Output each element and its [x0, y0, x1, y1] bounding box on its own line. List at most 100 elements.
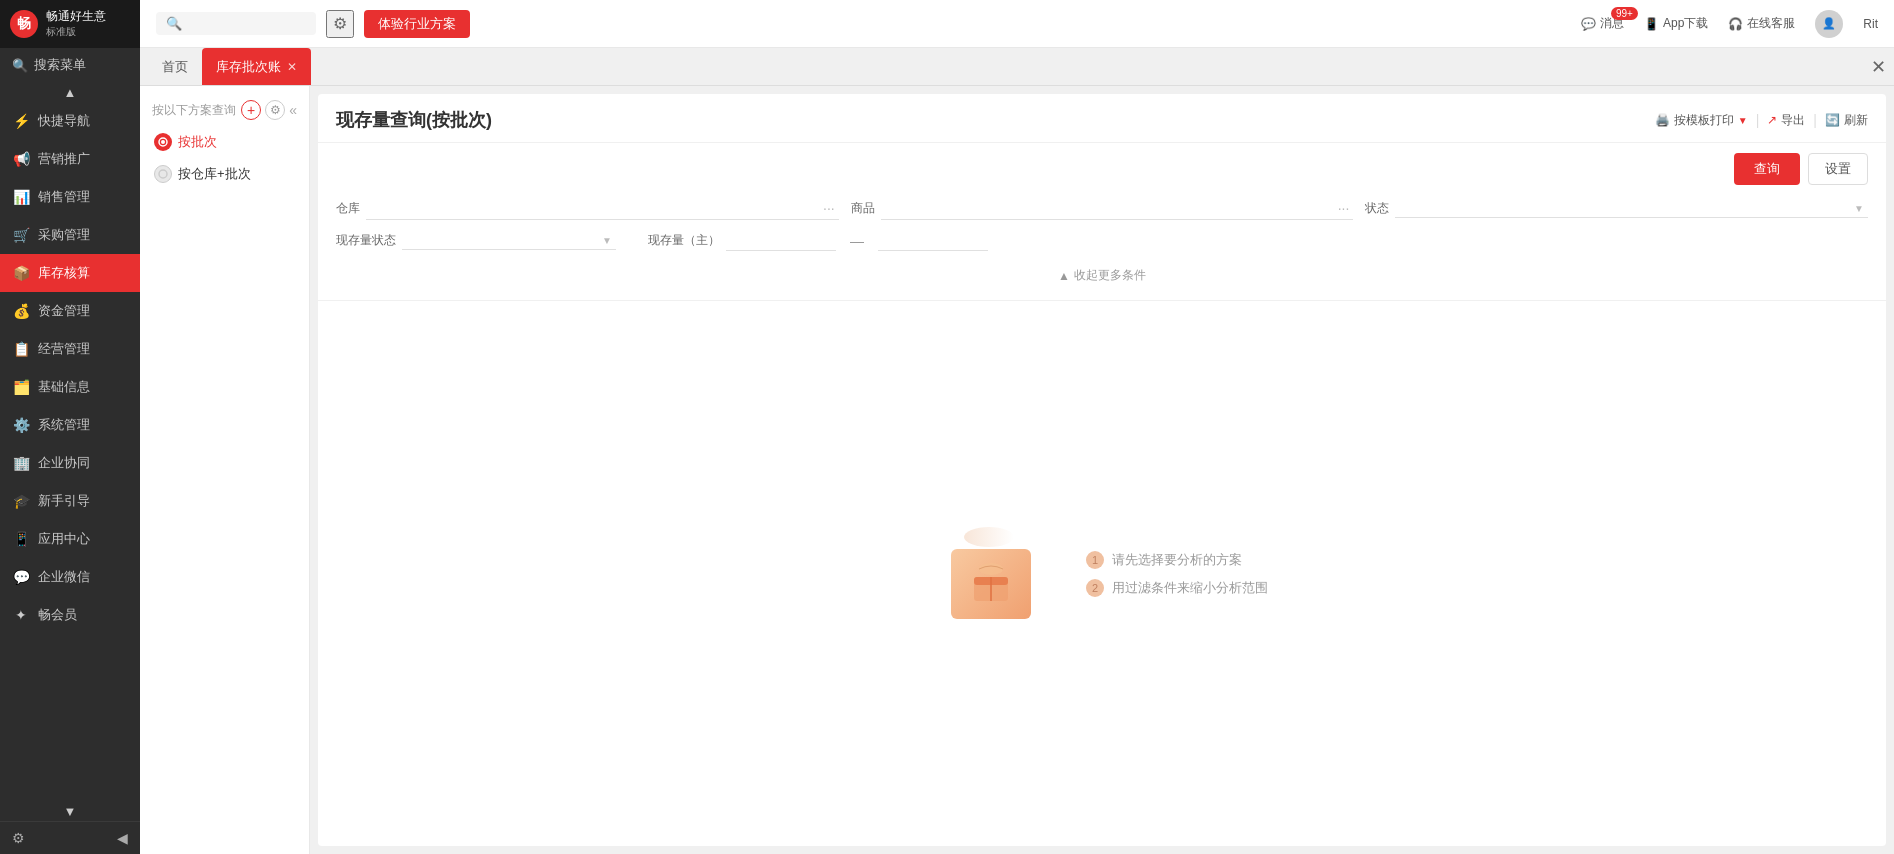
tab-close-btn[interactable]: ✕ [287, 60, 297, 74]
sidebar-item-label: 库存核算 [38, 264, 90, 282]
footer-settings-btn[interactable]: ⚙ [12, 830, 25, 846]
scroll-down[interactable]: ▼ [0, 801, 140, 821]
plan-label: 按批次 [178, 133, 217, 151]
refresh-icon: 🔄 [1825, 113, 1840, 127]
topbar: 🔍 ⚙ 体验行业方案 💬 消息 99+ 📱 App下载 🎧 在线客服 👤 Rit [140, 0, 1894, 48]
footer-collapse-btn[interactable]: ◀ [117, 830, 128, 846]
sidebar-item-label: 营销推广 [38, 150, 90, 168]
plan-icon-active [154, 133, 172, 151]
experience-btn[interactable]: 体验行业方案 [364, 10, 470, 38]
sidebar-item-system[interactable]: ⚙️ 系统管理 [0, 406, 140, 444]
topbar-search-box[interactable]: 🔍 [156, 12, 316, 35]
panel-setting-btn[interactable]: ⚙ [265, 100, 285, 120]
sidebar: 畅 畅通好生意 标准版 🔍 搜索菜单 ▲ ⚡ 快捷导航 📢 营销推广 📊 销售管… [0, 0, 140, 854]
status-select[interactable]: ▼ [1395, 200, 1868, 218]
collapse-arrow-icon: ▲ [1058, 269, 1070, 283]
export-btn[interactable]: ↗ 导出 [1767, 112, 1805, 129]
panel-collapse-btn[interactable]: « [289, 102, 297, 118]
topbar-search-input[interactable] [186, 17, 306, 31]
sidebar-item-inventory[interactable]: 📦 库存核算 [0, 254, 140, 292]
sidebar-item-wechat[interactable]: 💬 企业微信 [0, 558, 140, 596]
brand-name: 畅通好生意 [46, 9, 106, 25]
panel-title: 按以下方案查询 [152, 102, 236, 119]
settings-btn[interactable]: ⚙ [326, 10, 354, 38]
close-all-btn[interactable]: ✕ [1871, 56, 1886, 78]
plan-item-warehouse-batch[interactable]: 按仓库+批次 [140, 158, 309, 190]
sidebar-item-marketing[interactable]: 📢 营销推广 [0, 140, 140, 178]
inventory-status-field: 现存量状态 ▼ [336, 232, 616, 250]
smoke-decoration [964, 527, 1014, 547]
sidebar-item-sales[interactable]: 📊 销售管理 [0, 178, 140, 216]
warehouse-field: 仓库 ··· [336, 197, 839, 220]
collab-icon: 🏢 [12, 455, 30, 471]
online-service-btn[interactable]: 🎧 在线客服 [1728, 15, 1795, 32]
page-title: 现存量查询(按批次) [336, 108, 492, 132]
app-download-label: App下载 [1663, 15, 1708, 32]
warehouse-more-btn[interactable]: ··· [823, 200, 835, 216]
plan-item-batch[interactable]: 按批次 [140, 126, 309, 158]
tab-home-label: 首页 [162, 58, 188, 76]
hint-1: 1 请先选择要分析的方案 [1086, 551, 1268, 569]
brand-sub: 标准版 [46, 25, 106, 39]
message-badge: 99+ [1611, 7, 1638, 20]
export-label: 导出 [1781, 112, 1805, 129]
main-area: 🔍 ⚙ 体验行业方案 💬 消息 99+ 📱 App下载 🎧 在线客服 👤 Rit [140, 0, 1894, 854]
warehouse-input[interactable] [370, 201, 823, 215]
inv-status-select[interactable]: ▼ [402, 232, 616, 250]
hint-num-2: 2 [1086, 579, 1104, 597]
sidebar-item-finance[interactable]: 💰 资金管理 [0, 292, 140, 330]
print-btn[interactable]: 🖨️ 按模板打印 ▼ [1655, 112, 1748, 129]
panel-add-btn[interactable]: + [241, 100, 261, 120]
collapse-label: 收起更多条件 [1074, 267, 1146, 284]
message-btn[interactable]: 💬 消息 99+ [1581, 15, 1624, 32]
quantity-to-input[interactable] [882, 233, 984, 247]
purchase-icon: 🛒 [12, 227, 30, 243]
scroll-up[interactable]: ▲ [0, 82, 140, 102]
hint-text-1: 请先选择要分析的方案 [1112, 551, 1242, 569]
empty-state: 1 请先选择要分析的方案 2 用过滤条件来缩小分析范围 [318, 301, 1886, 846]
quantity-from-wrap[interactable] [726, 230, 836, 251]
sidebar-item-guide[interactable]: 🎓 新手引导 [0, 482, 140, 520]
panel-title-row: 按以下方案查询 + ⚙ « [140, 96, 309, 126]
query-btn[interactable]: 查询 [1734, 153, 1800, 185]
product-input-wrap[interactable]: ··· [881, 197, 1354, 220]
product-label: 商品 [851, 200, 875, 217]
divider2: | [1813, 112, 1817, 128]
username-label[interactable]: Rit [1863, 17, 1878, 31]
sidebar-item-label: 经营管理 [38, 340, 90, 358]
app-download-btn[interactable]: 📱 App下载 [1644, 15, 1708, 32]
quantity-to-wrap[interactable] [878, 230, 988, 251]
sidebar-item-basic[interactable]: 🗂️ 基础信息 [0, 368, 140, 406]
collapse-btn[interactable]: ▲ 收起更多条件 [336, 261, 1868, 288]
headset-icon: 🎧 [1728, 17, 1743, 31]
product-more-btn[interactable]: ··· [1338, 200, 1350, 216]
tab-home[interactable]: 首页 [148, 48, 202, 85]
search-icon: 🔍 [12, 58, 28, 73]
sidebar-search[interactable]: 🔍 搜索菜单 [0, 48, 140, 82]
product-input[interactable] [885, 201, 1338, 215]
tab-inventory-batch[interactable]: 库存批次账 ✕ [202, 48, 311, 85]
sidebar-item-management[interactable]: 📋 经营管理 [0, 330, 140, 368]
sidebar-item-quick[interactable]: ⚡ 快捷导航 [0, 102, 140, 140]
sidebar-item-apps[interactable]: 📱 应用中心 [0, 520, 140, 558]
finance-icon: 💰 [12, 303, 30, 319]
empty-hints: 1 请先选择要分析的方案 2 用过滤条件来缩小分析范围 [1086, 551, 1268, 597]
online-label: 在线客服 [1747, 15, 1795, 32]
hint-text-2: 用过滤条件来缩小分析范围 [1112, 579, 1268, 597]
refresh-label: 刷新 [1844, 112, 1868, 129]
sidebar-item-collab[interactable]: 🏢 企业协同 [0, 444, 140, 482]
sidebar-item-member[interactable]: ✦ 畅会员 [0, 596, 140, 634]
warehouse-input-wrap[interactable]: ··· [366, 197, 839, 220]
settings-display-btn[interactable]: 设置 [1808, 153, 1868, 185]
status-label: 状态 [1365, 200, 1389, 217]
refresh-btn[interactable]: 🔄 刷新 [1825, 112, 1868, 129]
apps-icon: 📱 [12, 531, 30, 547]
inv-status-label: 现存量状态 [336, 232, 396, 249]
hint-num-1: 1 [1086, 551, 1104, 569]
sidebar-item-purchase[interactable]: 🛒 采购管理 [0, 216, 140, 254]
guide-icon: 🎓 [12, 493, 30, 509]
avatar: 👤 [1815, 10, 1843, 38]
hint-2: 2 用过滤条件来缩小分析范围 [1086, 579, 1268, 597]
quantity-from-input[interactable] [730, 233, 832, 247]
filter-area: 仓库 ··· 商品 ··· 状态 [318, 185, 1886, 301]
